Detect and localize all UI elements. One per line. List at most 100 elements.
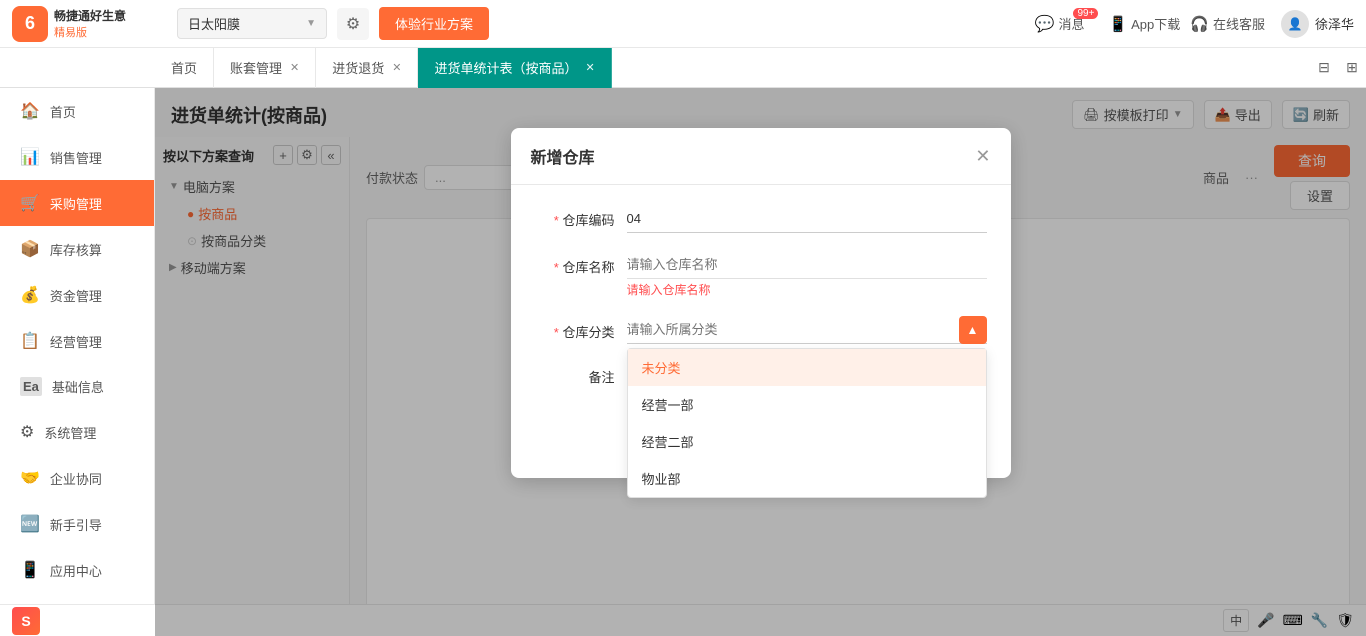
category-option-unclassified[interactable]: 未分类: [628, 349, 986, 386]
sidebar-operations-label: 经营管理: [50, 332, 102, 351]
logo-name: 畅捷通好生意: [54, 7, 126, 24]
name-error-text: 请输入仓库名称: [627, 281, 987, 298]
content-area: 进货单统计(按商品) 🖨 按模板打印 ▼ 📤 导出 🔄 刷新: [155, 88, 1366, 636]
store-selector[interactable]: 日太阳膜 ▼: [177, 8, 327, 39]
sidebar-item-guide[interactable]: 🆕 新手引导: [0, 501, 154, 547]
modal-header: 新增仓库 ✕: [511, 128, 1011, 185]
sidebar-guide-label: 新手引导: [50, 515, 102, 534]
sidebar-purchase-label: 采购管理: [50, 194, 102, 213]
customer-service-label: 在线客服: [1213, 14, 1265, 33]
operations-icon: 📋: [20, 331, 40, 351]
headset-icon: 🎧: [1190, 15, 1209, 33]
phone-icon: 📱: [1108, 15, 1127, 33]
sidebar-enterprise-label: 企业协同: [50, 469, 102, 488]
notification-badge: 99+: [1073, 8, 1098, 19]
sidebar: 🏠 首页 📊 销售管理 🛒 采购管理 📦 库存核算 💰 资金管理 📋 经营管理 …: [0, 88, 155, 636]
remarks-label: 备注: [588, 370, 614, 385]
modal-body: * 仓库编码 * 仓库名称 请输入仓库名称: [511, 185, 1011, 418]
tab-purchase-stats-close[interactable]: ✕: [586, 61, 595, 74]
logo-text-area: 畅捷通好生意 精易版: [54, 7, 126, 40]
name-input[interactable]: [627, 251, 987, 279]
sidebar-home-label: 首页: [50, 102, 76, 121]
sidebar-item-inventory[interactable]: 📦 库存核算: [0, 226, 154, 272]
sidebar-inventory-label: 库存核算: [50, 240, 102, 259]
system-icon: ⚙: [20, 422, 34, 442]
sidebar-apps-label: 应用中心: [50, 561, 102, 580]
modal: 新增仓库 ✕ * 仓库编码: [511, 128, 1011, 478]
notification-area[interactable]: 💬 消息 99+: [1035, 14, 1085, 34]
sidebar-item-finance[interactable]: 💰 资金管理: [0, 272, 154, 318]
sidebar-item-basic[interactable]: Ea 基础信息: [0, 364, 154, 409]
required-star-cat: *: [554, 325, 559, 340]
category-option-dept1[interactable]: 经营一部: [628, 386, 986, 423]
form-row-name: * 仓库名称 请输入仓库名称: [535, 251, 987, 298]
category-dropdown-btn[interactable]: ▲: [959, 316, 987, 344]
sidebar-basic-label: 基础信息: [52, 377, 104, 396]
modal-close-btn[interactable]: ✕: [975, 147, 990, 165]
gear-button[interactable]: ⚙: [337, 8, 369, 40]
app-download-area[interactable]: 📱 App下载: [1108, 14, 1180, 33]
tab-bar: 首页 账套管理 ✕ 进货退货 ✕ 进货单统计表（按商品） ✕ ⊟ ⊞: [0, 48, 1366, 88]
tab-purchase-return-close[interactable]: ✕: [392, 61, 401, 74]
required-star: *: [554, 213, 559, 228]
tab-purchase-stats-label: 进货单统计表（按商品）: [434, 58, 577, 77]
trial-btn[interactable]: 体验行业方案: [379, 7, 489, 40]
enterprise-icon: 🤝: [20, 468, 40, 488]
tab-minimize[interactable]: ⊟: [1310, 54, 1338, 82]
tab-home[interactable]: 首页: [155, 48, 214, 88]
notification-icon: 💬: [1035, 14, 1055, 34]
home-icon: 🏠: [20, 101, 40, 121]
store-dropdown-arrow: ▼: [306, 18, 316, 29]
sales-icon: 📊: [20, 147, 40, 167]
customer-service-area[interactable]: 🎧 在线客服: [1190, 14, 1265, 33]
modal-overlay: 新增仓库 ✕ * 仓库编码: [155, 88, 1366, 636]
main-layout: 🏠 首页 📊 销售管理 🛒 采购管理 📦 库存核算 💰 资金管理 📋 经营管理 …: [0, 88, 1366, 636]
category-option-dept2[interactable]: 经营二部: [628, 423, 986, 460]
tab-account-close[interactable]: ✕: [290, 61, 299, 74]
required-star-name: *: [554, 260, 559, 275]
tab-purchase-return[interactable]: 进货退货 ✕: [316, 48, 418, 88]
inventory-icon: 📦: [20, 239, 40, 259]
avatar: 👤: [1281, 10, 1309, 38]
finance-icon: 💰: [20, 285, 40, 305]
category-option-property[interactable]: 物业部: [628, 460, 986, 497]
sidebar-item-home[interactable]: 🏠 首页: [0, 88, 154, 134]
modal-title: 新增仓库: [531, 144, 595, 168]
tab-account-label: 账套管理: [230, 58, 282, 77]
purchase-icon: 🛒: [20, 193, 40, 213]
category-label: 仓库分类: [562, 325, 614, 340]
code-label: 仓库编码: [562, 213, 614, 228]
store-name: 日太阳膜: [188, 14, 300, 33]
category-dropdown-container: ▲ 未分类 经营一部 经营二部 物业部: [627, 316, 987, 344]
sidebar-sales-label: 销售管理: [50, 148, 102, 167]
sidebar-finance-label: 资金管理: [50, 286, 102, 305]
tab-expand[interactable]: ⊞: [1338, 54, 1366, 82]
sidebar-item-purchase[interactable]: 🛒 采购管理: [0, 180, 154, 226]
category-input[interactable]: [627, 316, 987, 344]
sidebar-item-apps[interactable]: 📱 应用中心: [0, 547, 154, 593]
logo-area: 6 畅捷通好生意 精易版: [12, 6, 167, 42]
form-row-category: * 仓库分类 ▲ 未分类 经营一部 经营二部 物业部: [535, 316, 987, 344]
sidebar-item-system[interactable]: ⚙ 系统管理: [0, 409, 154, 455]
tab-home-label: 首页: [171, 58, 197, 77]
tab-purchase-stats[interactable]: 进货单统计表（按商品） ✕: [418, 48, 611, 88]
code-input[interactable]: [627, 205, 987, 233]
category-dropdown-list: 未分类 经营一部 经营二部 物业部: [627, 348, 987, 498]
sidebar-item-enterprise[interactable]: 🤝 企业协同: [0, 455, 154, 501]
tab-account[interactable]: 账套管理 ✕: [214, 48, 316, 88]
apps-icon: 📱: [20, 560, 40, 580]
sidebar-system-label: 系统管理: [44, 423, 96, 442]
form-row-code: * 仓库编码: [535, 205, 987, 233]
guide-icon: 🆕: [20, 514, 40, 534]
logo-sub: 精易版: [54, 24, 126, 40]
top-header: 6 畅捷通好生意 精易版 日太阳膜 ▼ ⚙ 体验行业方案 💬 消息 99+ 📱 …: [0, 0, 1366, 48]
sidebar-item-sales[interactable]: 📊 销售管理: [0, 134, 154, 180]
user-area[interactable]: 👤 徐泽华: [1281, 10, 1354, 38]
tab-purchase-return-label: 进货退货: [332, 58, 384, 77]
sidebar-item-operations[interactable]: 📋 经营管理: [0, 318, 154, 364]
s-logo: S: [12, 607, 40, 635]
logo-icon: 6: [12, 6, 48, 42]
app-download-label: App下载: [1131, 14, 1180, 33]
user-name: 徐泽华: [1315, 14, 1354, 33]
name-label: 仓库名称: [562, 260, 614, 275]
